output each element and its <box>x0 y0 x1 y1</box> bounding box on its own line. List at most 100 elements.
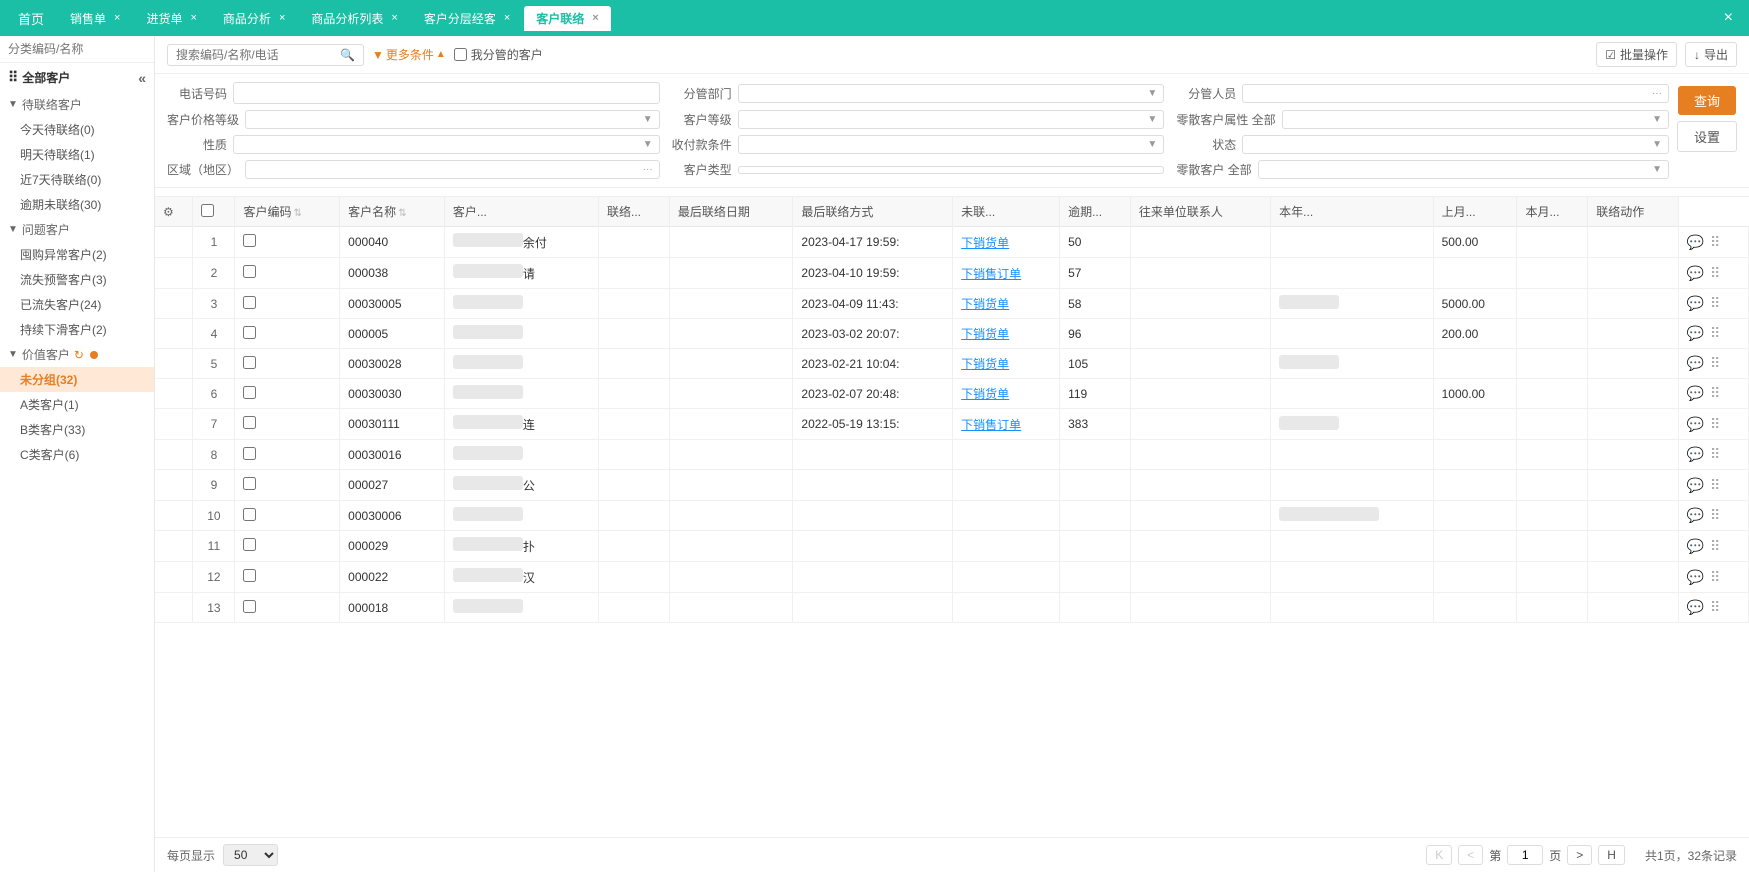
cust-type-select[interactable] <box>738 166 1165 174</box>
close-tab-icon[interactable]: × <box>504 12 510 24</box>
settings-icon[interactable]: ⚙ <box>163 205 174 219</box>
row-checkbox[interactable] <box>243 356 256 369</box>
sidebar-item-流失预警客户(3)[interactable]: 流失预警客户(3) <box>0 267 154 292</box>
row-checkbox[interactable] <box>243 569 256 582</box>
query-button[interactable]: 查询 <box>1678 86 1736 115</box>
last-method-link[interactable]: 下销货单 <box>961 297 1009 311</box>
more-icon[interactable]: ⠿ <box>1710 507 1720 524</box>
close-tab-icon[interactable]: × <box>114 12 120 24</box>
row-checkbox[interactable] <box>243 326 256 339</box>
my-customers-checkbox[interactable]: 我分管的客户 <box>454 46 543 63</box>
sidebar-item-明天待联络(1)[interactable]: 明天待联络(1) <box>0 142 154 167</box>
batch-op-btn[interactable]: ☑ 批量操作 <box>1596 42 1677 67</box>
row-checkbox[interactable] <box>243 447 256 460</box>
row-checkbox[interactable] <box>243 600 256 613</box>
sidebar-group-问题客户[interactable]: ▼ 问题客户 <box>0 217 154 242</box>
more-icon[interactable]: ⠿ <box>1710 538 1720 555</box>
filter-search-input[interactable] <box>176 48 336 62</box>
sidebar-item-今天待联络(0)[interactable]: 今天待联络(0) <box>0 117 154 142</box>
message-icon[interactable]: 💬 <box>1687 234 1704 251</box>
more-icon[interactable]: ⠿ <box>1710 385 1720 402</box>
sidebar-item-近7天待联络(0)[interactable]: 近7天待联络(0) <box>0 167 154 192</box>
nav-home[interactable]: 首页 <box>8 5 54 32</box>
more-icon[interactable]: ⠿ <box>1710 599 1720 616</box>
region-select[interactable]: ··· <box>245 160 660 179</box>
message-icon[interactable]: 💬 <box>1687 355 1704 372</box>
last-method-link[interactable]: 下销货单 <box>961 387 1009 401</box>
select-all-checkbox[interactable] <box>201 204 214 217</box>
more-icon[interactable]: ⠿ <box>1710 569 1720 586</box>
last-page-btn[interactable]: H <box>1598 845 1625 865</box>
nav-tab-进货单[interactable]: 进货单× <box>134 6 208 31</box>
row-checkbox[interactable] <box>243 538 256 551</box>
sidebar-group-价值客户[interactable]: ▼ 价值客户 ↻ <box>0 342 154 367</box>
nav-tab-商品分析列表[interactable]: 商品分析列表× <box>299 6 409 31</box>
col-header-checkbox[interactable] <box>193 197 235 227</box>
row-checkbox[interactable] <box>243 234 256 247</box>
last-method-link[interactable]: 下销货单 <box>961 357 1009 371</box>
row-checkbox[interactable] <box>243 416 256 429</box>
person-select[interactable]: ··· <box>1242 84 1669 103</box>
col-header-settings[interactable]: ⚙ <box>155 197 193 227</box>
reset-button[interactable]: 设置 <box>1677 121 1737 152</box>
row-checkbox[interactable] <box>243 508 256 521</box>
close-all-tabs[interactable]: × <box>1716 7 1741 29</box>
sidebar-item-B类客户(33)[interactable]: B类客户(33) <box>0 417 154 442</box>
more-icon[interactable]: ⠿ <box>1710 416 1720 433</box>
last-method-link[interactable]: 下销售订单 <box>961 267 1021 281</box>
message-icon[interactable]: 💬 <box>1687 446 1704 463</box>
filter-search-icon[interactable]: 🔍 <box>340 48 355 62</box>
message-icon[interactable]: 💬 <box>1687 569 1704 586</box>
current-page-input[interactable] <box>1507 845 1543 865</box>
sidebar-item-逾期未联络(30)[interactable]: 逾期未联络(30) <box>0 192 154 217</box>
last-method-link[interactable]: 下销货单 <box>961 236 1009 250</box>
close-tab-icon[interactable]: × <box>391 12 397 24</box>
close-tab-icon[interactable]: × <box>279 12 285 24</box>
scatter-attr-select[interactable]: ▼ <box>1282 110 1669 129</box>
price-level-select[interactable]: ▼ <box>245 110 660 129</box>
message-icon[interactable]: 💬 <box>1687 295 1704 312</box>
nav-tab-销售单[interactable]: 销售单× <box>58 6 132 31</box>
close-tab-icon[interactable]: × <box>592 12 598 24</box>
message-icon[interactable]: 💬 <box>1687 599 1704 616</box>
last-method-link[interactable]: 下销售订单 <box>961 418 1021 432</box>
nav-tab-客户联络[interactable]: 客户联络× <box>524 6 610 31</box>
sidebar-item-C类客户(6)[interactable]: C类客户(6) <box>0 442 154 467</box>
message-icon[interactable]: 💬 <box>1687 325 1704 342</box>
sidebar-group-待联络客户[interactable]: ▼ 待联络客户 <box>0 92 154 117</box>
status-select[interactable]: ▼ <box>1242 135 1669 154</box>
row-checkbox[interactable] <box>243 386 256 399</box>
filter-more-btn[interactable]: ▼ 更多条件 ▲ <box>372 46 446 63</box>
row-checkbox[interactable] <box>243 477 256 490</box>
first-page-btn[interactable]: K <box>1426 845 1452 865</box>
prev-page-btn[interactable]: < <box>1458 845 1483 865</box>
all-customers-header[interactable]: ⠿ 全部客户 « <box>0 63 154 92</box>
more-icon[interactable]: ⠿ <box>1710 234 1720 251</box>
message-icon[interactable]: 💬 <box>1687 538 1704 555</box>
close-tab-icon[interactable]: × <box>190 12 196 24</box>
cust-level-select[interactable]: ▼ <box>738 110 1165 129</box>
message-icon[interactable]: 💬 <box>1687 477 1704 494</box>
more-icon[interactable]: ⠿ <box>1710 355 1720 372</box>
nav-tab-商品分析[interactable]: 商品分析× <box>211 6 297 31</box>
payment-select[interactable]: ▼ <box>738 135 1165 154</box>
sidebar-item-A类客户(1)[interactable]: A类客户(1) <box>0 392 154 417</box>
export-btn[interactable]: ↓ 导出 <box>1685 42 1737 67</box>
next-page-btn[interactable]: > <box>1567 845 1592 865</box>
message-icon[interactable]: 💬 <box>1687 416 1704 433</box>
sidebar-item-已流失客户(24)[interactable]: 已流失客户(24) <box>0 292 154 317</box>
sidebar-search-input[interactable] <box>8 42 155 56</box>
more-icon[interactable]: ⠿ <box>1710 295 1720 312</box>
more-icon[interactable]: ⠿ <box>1710 477 1720 494</box>
message-icon[interactable]: 💬 <box>1687 265 1704 282</box>
more-icon[interactable]: ⠿ <box>1710 265 1720 282</box>
last-method-link[interactable]: 下销货单 <box>961 327 1009 341</box>
message-icon[interactable]: 💬 <box>1687 507 1704 524</box>
nav-tab-客户分层经客[interactable]: 客户分层经客× <box>412 6 522 31</box>
more-icon[interactable]: ⠿ <box>1710 446 1720 463</box>
more-icon[interactable]: ⠿ <box>1710 325 1720 342</box>
message-icon[interactable]: 💬 <box>1687 385 1704 402</box>
phone-input[interactable] <box>233 82 660 104</box>
sidebar-item-未分组(32)[interactable]: 未分组(32) <box>0 367 154 392</box>
dept-select[interactable]: ▼ <box>738 84 1165 103</box>
